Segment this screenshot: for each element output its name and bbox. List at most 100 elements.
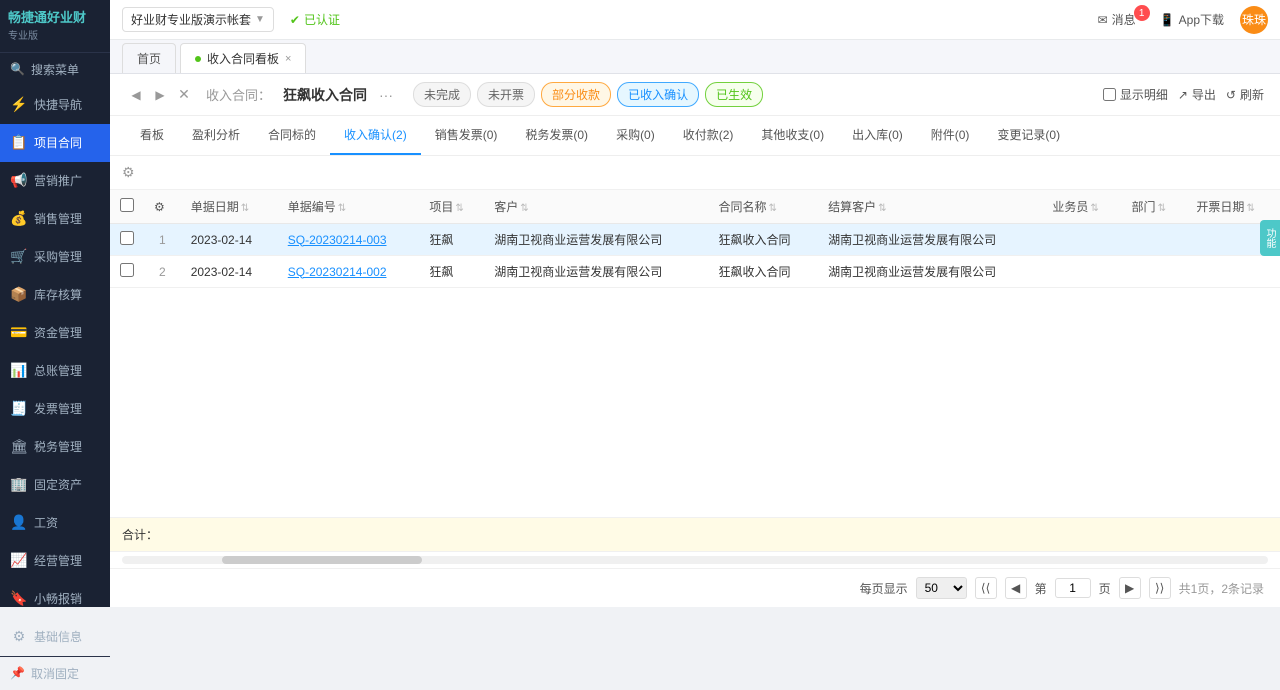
sub-tab-8[interactable]: 其他收支(0) [747,116,838,155]
sub-tab-1[interactable]: 盈利分析 [178,116,254,155]
nav-item-label-4: 库存核算 [34,286,82,303]
sidebar-item-2[interactable]: 💰销售管理 [0,200,110,238]
tab-close-button[interactable]: × [285,53,291,65]
sub-tab-9[interactable]: 出入库(0) [838,116,917,155]
pagination-info: 共1页，2条记录 [1179,580,1264,597]
sort-icon-project[interactable]: ⇅ [455,203,463,214]
pagination-next-btn[interactable]: ▶ [1119,577,1141,599]
th-department: 部门⇅ [1122,190,1187,224]
per-page-select[interactable]: 50 100 200 [916,577,967,599]
sub-tab-3[interactable]: 收入确认(2) [330,116,421,155]
th-invoice_date: 开票日期⇅ [1186,190,1280,224]
tab-home[interactable]: 首页 [122,43,176,73]
message-button[interactable]: ✉ 消息 1 [1090,11,1144,28]
sort-icon-salesperson[interactable]: ⇅ [1090,203,1098,214]
sub-tab-7[interactable]: 收付款(2) [669,116,748,155]
pagination-page-input[interactable] [1055,578,1091,598]
sort-icon-department[interactable]: ⇅ [1158,203,1166,214]
order-no-link-1[interactable]: SQ-20230214-002 [288,265,387,279]
pagination-last-btn[interactable]: ⟩⟩ [1149,577,1171,599]
nav-item-icon-1: 📢 [10,172,28,190]
sidebar-item-12[interactable]: 🔖小畅报销 [0,580,110,618]
status-btn-1[interactable]: 未开票 [477,82,535,107]
sidebar-item-13[interactable]: ⚙ 基础信息 [0,618,110,656]
company-selector[interactable]: 好业财专业版演示帐套 ▼ [122,7,274,32]
sidebar-item-10[interactable]: 👤工资 [0,504,110,542]
th-label-invoice_date: 开票日期 [1196,200,1244,214]
sidebar: 畅捷通好业财 专业版 🔍 搜索菜单 ⚡ 快捷导航 📋项目合同📢营销推广💰销售管理… [0,0,110,607]
order-no-link-0[interactable]: SQ-20230214-003 [288,233,387,247]
status-btn-4[interactable]: 已生效 [705,82,763,107]
scrollbar-thumb[interactable] [222,556,422,564]
user-avatar[interactable]: 珠珠 [1240,6,1268,34]
select-all-checkbox[interactable] [120,198,134,212]
page-header: ◀ ▶ ✕ 收入合同： 狂飙收入合同 ··· 未完成未开票部分收款已收入确认已生… [110,74,1280,116]
sidebar-item-3[interactable]: 🛒采购管理 [0,238,110,276]
sub-tab-11[interactable]: 变更记录(0) [983,116,1074,155]
scrollbar-area[interactable] [110,551,1280,568]
sub-tab-0[interactable]: 看板 [126,116,178,155]
pagination-prev-btn[interactable]: ◀ [1005,577,1027,599]
row-checkbox-0[interactable] [120,231,134,245]
row-invoice-date-1 [1186,256,1280,288]
sub-tab-2[interactable]: 合同标的 [254,116,330,155]
sub-tab-5[interactable]: 税务发票(0) [511,116,602,155]
sidebar-pin-toggle[interactable]: 📌 取消固定 [0,657,110,690]
sidebar-item-0[interactable]: 📋项目合同 [0,124,110,162]
sub-tab-6[interactable]: 采购(0) [602,116,669,155]
sidebar-search[interactable]: 🔍 搜索菜单 [0,53,110,86]
sort-icon-date[interactable]: ⇅ [241,203,249,214]
nav-item-icon-9: 🏢 [10,476,28,494]
sidebar-item-7[interactable]: 🧾发票管理 [0,390,110,428]
content-area: ◀ ▶ ✕ 收入合同： 狂飙收入合同 ··· 未完成未开票部分收款已收入确认已生… [110,74,1280,607]
scrollbar-track[interactable] [122,556,1268,564]
sort-icon-invoice_date[interactable]: ⇅ [1246,203,1254,214]
sort-icon-customer[interactable]: ⇅ [520,203,528,214]
quick-nav-icon: ⚡ [10,96,28,114]
certified-label: 已认证 [304,11,340,28]
show-detail-checkbox[interactable] [1103,88,1116,101]
sidebar-item-1[interactable]: 📢营销推广 [0,162,110,200]
nav-item-icon-0: 📋 [10,134,28,152]
row-settle-customer-0: 湖南卫视商业运营发展有限公司 [818,224,1042,256]
tab-income-contract[interactable]: 收入合同看板 × [180,43,306,73]
nav-next-icon[interactable]: ▶ [150,85,170,105]
refresh-button[interactable]: ↺ 刷新 [1226,86,1264,103]
sub-tab-4[interactable]: 销售发票(0) [421,116,512,155]
status-btn-3[interactable]: 已收入确认 [617,82,699,107]
app-download-button[interactable]: 📱 App下载 [1160,11,1224,28]
show-detail-btn[interactable]: 显示明细 [1103,86,1168,103]
sidebar-item-11[interactable]: 📈经营管理 [0,542,110,580]
sort-icon-order_no[interactable]: ⇅ [338,203,346,214]
th-num-icon[interactable]: ⚙ [154,200,165,214]
pagination-first-btn[interactable]: ⟨⟨ [975,577,997,599]
th-label-project: 项目 [429,200,453,214]
pagination-page-prefix: 第 [1035,580,1047,597]
sidebar-item-quick-nav[interactable]: ⚡ 快捷导航 [0,86,110,124]
status-btn-0[interactable]: 未完成 [413,82,471,107]
sidebar-item-6[interactable]: 📊总账管理 [0,352,110,390]
status-btn-2[interactable]: 部分收款 [541,82,611,107]
row-checkbox-1[interactable] [120,263,134,277]
sort-icon-contract_name[interactable]: ⇅ [768,203,776,214]
th-label-contract_name: 合同名称 [718,200,766,214]
table-footer: 合计： [110,517,1280,551]
th-label-department: 部门 [1132,200,1156,214]
page-more-button[interactable]: ··· [379,87,393,103]
sidebar-item-8[interactable]: 🏛税务管理 [0,428,110,466]
sort-icon-settle_customer[interactable]: ⇅ [878,203,886,214]
nav-item-icon-13: ⚙ [10,628,28,646]
table-settings-icon[interactable]: ⚙ [122,164,135,181]
nav-close-icon[interactable]: ✕ [174,85,194,105]
right-action-button[interactable]: 功能 [1260,220,1280,256]
nav-item-label-13: 基础信息 [34,628,82,645]
th-customer: 客户⇅ [484,190,708,224]
th-project: 项目⇅ [419,190,484,224]
nav-item-label-2: 销售管理 [34,210,82,227]
sidebar-item-4[interactable]: 📦库存核算 [0,276,110,314]
sidebar-item-9[interactable]: 🏢固定资产 [0,466,110,504]
export-button[interactable]: ↗ 导出 [1178,86,1216,103]
sub-tab-10[interactable]: 附件(0) [917,116,984,155]
sidebar-item-5[interactable]: 💳资金管理 [0,314,110,352]
nav-prev-icon[interactable]: ◀ [126,85,146,105]
